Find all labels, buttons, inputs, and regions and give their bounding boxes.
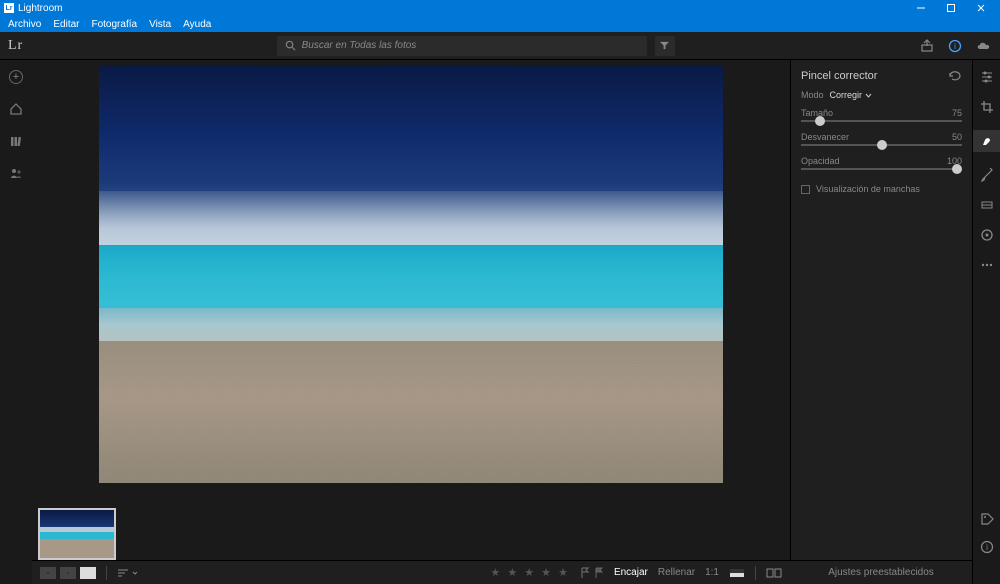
- view-original-button[interactable]: [729, 567, 745, 579]
- funnel-icon: [659, 40, 670, 51]
- radial-gradient-tool[interactable]: [980, 228, 994, 242]
- opacity-slider[interactable]: Opacidad100: [801, 156, 962, 170]
- separator: [106, 566, 107, 580]
- window-titlebar: Lr Lightroom: [0, 0, 1000, 16]
- library-button[interactable]: [9, 134, 23, 148]
- thumbnail[interactable]: [38, 508, 116, 560]
- menu-ayuda[interactable]: Ayuda: [177, 16, 217, 32]
- people-button[interactable]: [9, 166, 23, 180]
- search-icon: [285, 40, 296, 51]
- panel-title: Pincel corrector: [801, 70, 877, 82]
- rating-stars[interactable]: ★ ★ ★ ★ ★: [490, 566, 570, 579]
- info-button[interactable]: i: [980, 540, 994, 554]
- footer-bar: ★ ★ ★ ★ ★ Encajar Rellenar 1:1: [32, 560, 790, 584]
- chevron-down-icon: [132, 570, 138, 576]
- filmstrip: [32, 510, 790, 560]
- minimize-button[interactable]: [906, 0, 936, 16]
- svg-text:i: i: [986, 543, 988, 552]
- left-nav: +: [0, 60, 32, 584]
- menu-editar[interactable]: Editar: [47, 16, 85, 32]
- home-button[interactable]: [9, 102, 23, 116]
- presets-button[interactable]: Ajustes preestablecidos: [790, 560, 972, 584]
- healing-brush-tool[interactable]: [973, 130, 1000, 152]
- crop-tool[interactable]: [980, 100, 994, 114]
- mode-label: Modo: [801, 90, 824, 100]
- compare-button[interactable]: [766, 567, 782, 579]
- zoom-fill-button[interactable]: Rellenar: [658, 567, 695, 578]
- search-input[interactable]: Buscar en Todas las fotos: [277, 36, 647, 56]
- filter-button[interactable]: [655, 36, 675, 56]
- grid-large-view-button[interactable]: [60, 567, 76, 579]
- cloud-status-icon[interactable]: [976, 40, 992, 52]
- more-icon[interactable]: [980, 262, 994, 268]
- share-button[interactable]: [920, 39, 934, 53]
- menu-archivo[interactable]: Archivo: [2, 16, 47, 32]
- menu-fotografia[interactable]: Fotografía: [85, 16, 143, 32]
- chevron-down-icon: [865, 93, 872, 98]
- close-button[interactable]: [966, 0, 996, 16]
- grid-small-view-button[interactable]: [40, 567, 56, 579]
- menu-vista[interactable]: Vista: [143, 16, 177, 32]
- linear-gradient-tool[interactable]: [980, 198, 994, 212]
- image-viewport[interactable]: [32, 60, 790, 510]
- tag-button[interactable]: [980, 512, 994, 526]
- separator: [755, 566, 756, 580]
- feather-slider[interactable]: Desvanecer50: [801, 132, 962, 146]
- svg-text:i: i: [954, 42, 956, 51]
- search-placeholder: Buscar en Todas las fotos: [302, 40, 417, 51]
- window-title: Lightroom: [18, 3, 906, 14]
- main-area: +: [0, 60, 1000, 584]
- zoom-fit-button[interactable]: Encajar: [614, 567, 648, 578]
- visualize-spots-checkbox[interactable]: Visualización de manchas: [801, 184, 962, 194]
- right-toolstrip: i: [972, 60, 1000, 584]
- mode-dropdown[interactable]: Corregir: [830, 90, 872, 100]
- top-toolbar: Lr Buscar en Todas las fotos i: [0, 32, 1000, 60]
- app-icon: Lr: [4, 3, 14, 13]
- canvas-column: ★ ★ ★ ★ ★ Encajar Rellenar 1:1: [32, 60, 790, 584]
- maximize-button[interactable]: [936, 0, 966, 16]
- flag-buttons[interactable]: [580, 567, 604, 579]
- size-slider[interactable]: Tamaño75: [801, 108, 962, 122]
- sync-button[interactable]: i: [948, 39, 962, 53]
- healing-brush-panel: Pincel corrector Modo Corregir Tamaño75: [790, 60, 972, 560]
- reset-button[interactable]: [948, 71, 962, 81]
- edit-sliders-tool[interactable]: [980, 70, 994, 84]
- brush-tool[interactable]: [980, 168, 994, 182]
- sort-button[interactable]: [117, 568, 138, 578]
- checkbox-icon: [801, 185, 810, 194]
- logo: Lr: [8, 38, 23, 54]
- photo-preview: [99, 66, 723, 483]
- single-view-button[interactable]: [80, 567, 96, 579]
- menubar: Archivo Editar Fotografía Vista Ayuda: [0, 16, 1000, 32]
- add-photos-button[interactable]: +: [9, 70, 23, 84]
- zoom-1to1-button[interactable]: 1:1: [705, 567, 719, 578]
